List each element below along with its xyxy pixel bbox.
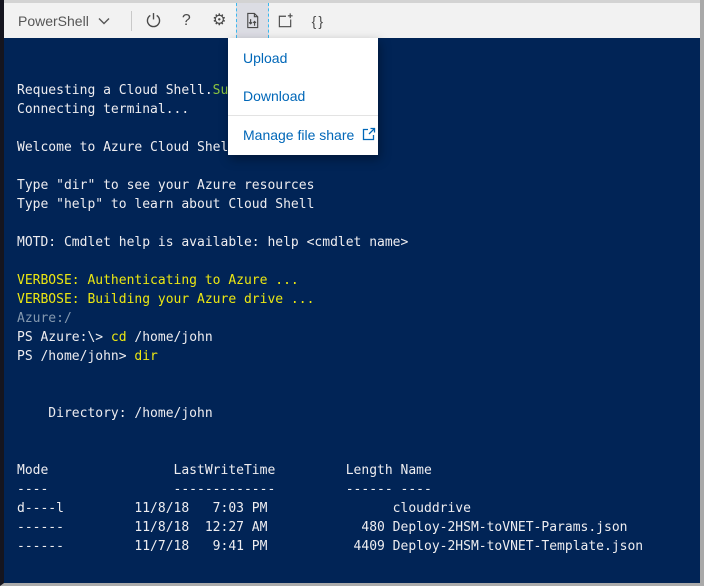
help-button[interactable]: ? (170, 3, 203, 38)
editor-button[interactable]: {} (302, 3, 335, 38)
shell-selector-label: PowerShell (18, 12, 89, 29)
power-icon (145, 12, 162, 29)
terminal-line: Type "dir" to see your Azure resources (17, 178, 315, 193)
terminal-line: ---- ------------- ------ ---- (17, 482, 432, 497)
terminal-line: Type "help" to learn about Cloud Shell (17, 197, 315, 212)
menu-item-label: Download (243, 88, 306, 104)
terminal-line: MOTD: Cmdlet help is available: help <cm… (17, 235, 409, 250)
terminal-line: PS Azure:\> cd /home/john (17, 330, 213, 345)
terminal-line: Directory: /home/john (17, 406, 213, 421)
help-icon: ? (181, 11, 191, 29)
terminal-output: Requesting a Cloud Shell.Succeeded.Conne… (17, 81, 700, 583)
terminal-line: ------ 11/8/18 12:27 AM 480 Deploy-2HSM-… (17, 520, 628, 535)
settings-button[interactable]: ⚙ (203, 3, 236, 38)
cloud-shell-toolbar: PowerShell ? ⚙ {} (4, 3, 700, 38)
chevron-down-icon (98, 17, 110, 25)
terminal-line: Mode LastWriteTime Length Name (17, 463, 432, 478)
upload-download-file-icon (244, 12, 261, 29)
terminal-line: d----l 11/8/18 7:03 PM clouddrive (17, 501, 471, 516)
menu-item-manage-file-share[interactable]: Manage file share (228, 116, 378, 154)
upload-download-button[interactable] (235, 3, 269, 38)
menu-item-upload[interactable]: Upload (228, 39, 378, 77)
menu-item-label: Upload (243, 50, 288, 66)
gear-icon: ⚙ (212, 11, 227, 29)
file-menu: Upload Download Manage file share (228, 38, 378, 155)
braces-icon: {} (311, 12, 325, 29)
terminal-line: PS /home/john> dir (17, 349, 158, 364)
terminal-line: VERBOSE: Authenticating to Azure ... (17, 273, 299, 288)
external-link-icon (362, 127, 376, 144)
terminal-line: Azure:/ (17, 311, 72, 326)
restart-button[interactable] (137, 3, 170, 38)
cloud-shell-window: PowerShell ? ⚙ {} Requesting a Cloud She… (0, 0, 704, 586)
menu-item-label: Manage file share (243, 127, 355, 143)
new-session-button[interactable] (269, 3, 302, 38)
toolbar-divider (130, 10, 132, 31)
terminal-line: ------ 11/7/18 9:41 PM 4409 Deploy-2HSM-… (17, 539, 644, 554)
terminal-line: VERBOSE: Building your Azure drive ... (17, 292, 315, 307)
menu-item-download[interactable]: Download (228, 77, 378, 115)
new-session-icon (277, 12, 294, 29)
shell-selector-dropdown[interactable]: PowerShell (14, 13, 114, 29)
